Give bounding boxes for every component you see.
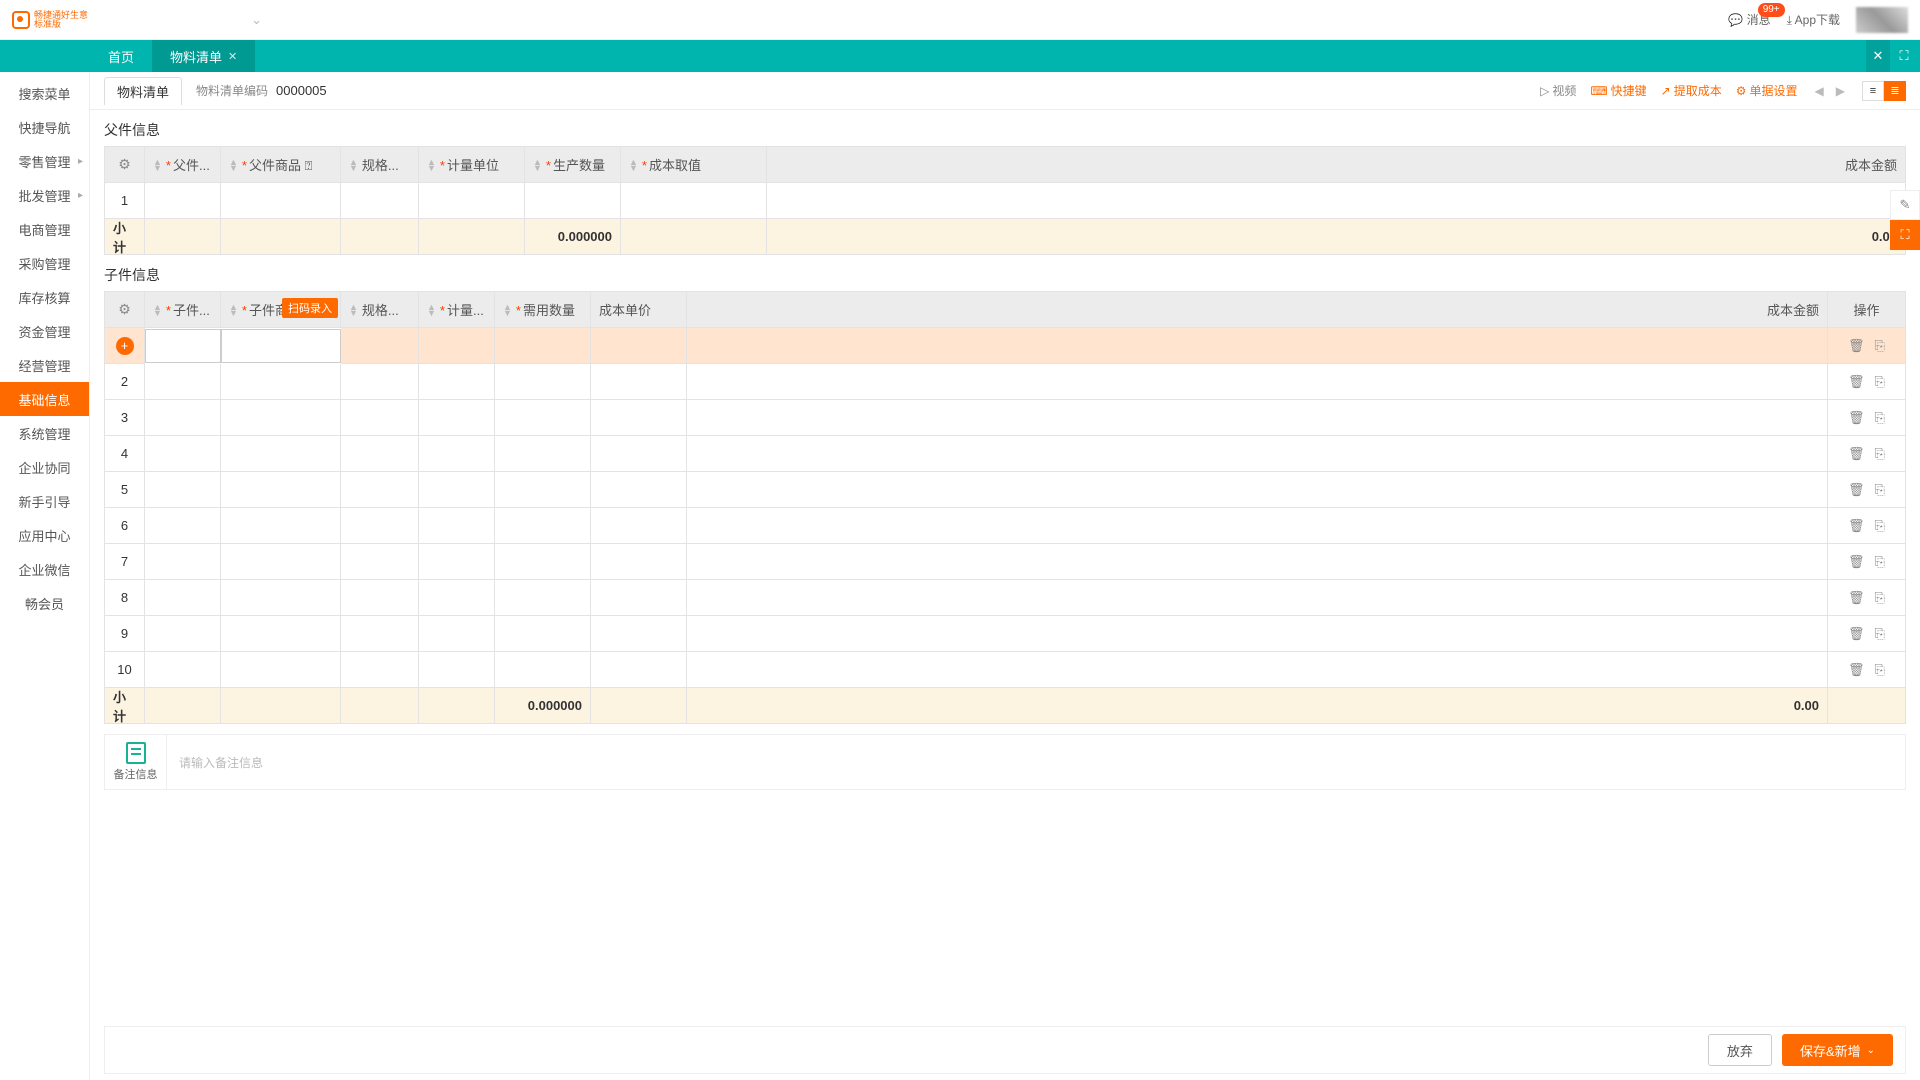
extract-cost-link[interactable]: ↗ 提取成本 bbox=[1661, 82, 1722, 99]
child-row-active[interactable]: + 🗑 ⎘ bbox=[105, 328, 1906, 364]
sidebar-item[interactable]: 电商管理 bbox=[0, 212, 89, 246]
float-expand-icon[interactable]: ⛶ bbox=[1890, 220, 1920, 250]
child-row[interactable]: 8🗑⎘ bbox=[105, 580, 1906, 616]
messages-badge: 99+ bbox=[1758, 3, 1785, 17]
record-nav: ◀ ▶ bbox=[1812, 84, 1848, 98]
content: 物料清单 物料清单编码 0000005 ▷ 视频 ⌨ 快捷键 ↗ 提取成本 ⚙ … bbox=[90, 72, 1920, 1080]
copy-row-icon[interactable]: ⎘ bbox=[1875, 518, 1885, 534]
fullscreen-icon[interactable]: ⛶ bbox=[1894, 40, 1914, 72]
parent-row[interactable]: 1 bbox=[105, 183, 1906, 219]
avatar[interactable] bbox=[1856, 7, 1908, 33]
child-row[interactable]: 6🗑⎘ bbox=[105, 508, 1906, 544]
sidebar-item[interactable]: 基础信息 bbox=[0, 382, 89, 416]
float-tools: ✎ ⛶ bbox=[1890, 190, 1920, 250]
gear-icon[interactable]: ⚙ bbox=[118, 301, 131, 318]
tab-bom[interactable]: 物料清单✕ bbox=[152, 40, 255, 72]
sidebar-item[interactable]: 零售管理 bbox=[0, 144, 89, 178]
delete-row-icon[interactable]: 🗑 bbox=[1848, 626, 1865, 642]
next-record-icon[interactable]: ▶ bbox=[1833, 84, 1848, 98]
parent-subtotal: 小计 0.000000 0.00 bbox=[105, 219, 1906, 255]
footer: 放弃 保存&新增⌄ bbox=[104, 1026, 1906, 1074]
delete-row-icon[interactable]: 🗑 bbox=[1848, 554, 1865, 570]
sidebar-item[interactable]: 搜索菜单 bbox=[0, 76, 89, 110]
copy-row-icon[interactable]: ⎘ bbox=[1875, 554, 1885, 570]
remark-icon bbox=[126, 742, 146, 764]
child-grid: ⚙ ▲▼子件... ▲▼子件商扫码录入 ▲▼规格... ▲▼计量... ▲▼需用… bbox=[104, 291, 1906, 724]
sidebar-item[interactable]: 经营管理 bbox=[0, 348, 89, 382]
sidebar: 搜索菜单快捷导航零售管理批发管理电商管理采购管理库存核算资金管理经营管理基础信息… bbox=[0, 72, 90, 1080]
child-row[interactable]: 5🗑⎘ bbox=[105, 472, 1906, 508]
child-row[interactable]: 4🗑⎘ bbox=[105, 436, 1906, 472]
sidebar-item[interactable]: 采购管理 bbox=[0, 246, 89, 280]
app-download-button[interactable]: ⤓ App下载 bbox=[1787, 11, 1840, 28]
subheader-tab[interactable]: 物料清单 bbox=[104, 77, 182, 105]
copy-row-icon[interactable]: ⎘ bbox=[1875, 590, 1885, 606]
sidebar-item[interactable]: 系统管理 bbox=[0, 416, 89, 450]
messages-button[interactable]: 💬 消息 99+ bbox=[1728, 11, 1770, 28]
parent-section-title: 父件信息 bbox=[90, 110, 1920, 146]
float-edit-icon[interactable]: ✎ bbox=[1890, 190, 1920, 220]
remark-input[interactable]: 请输入备注信息 bbox=[167, 754, 1905, 771]
sidebar-item[interactable]: 畅会员 bbox=[0, 586, 89, 620]
doc-code: 0000005 bbox=[276, 83, 327, 98]
topbar: 畅捷通好生意 标准版 ⌄ 💬 消息 99+ ⤓ App下载 bbox=[0, 0, 1920, 40]
view-form-icon[interactable]: ≣ bbox=[1884, 81, 1906, 101]
child-code-input[interactable] bbox=[145, 329, 221, 363]
discard-button[interactable]: 放弃 bbox=[1708, 1034, 1772, 1066]
child-row[interactable]: 9🗑⎘ bbox=[105, 616, 1906, 652]
tab-home[interactable]: 首页 bbox=[90, 40, 152, 72]
child-section-title: 子件信息 bbox=[90, 255, 1920, 291]
child-row[interactable]: 3🗑⎘ bbox=[105, 400, 1906, 436]
delete-row-icon[interactable]: 🗑 bbox=[1848, 446, 1865, 462]
add-row-icon[interactable]: + bbox=[116, 337, 134, 355]
doc-code-label: 物料清单编码 bbox=[196, 82, 268, 99]
copy-row-icon[interactable]: ⎘ bbox=[1875, 410, 1885, 426]
doc-setting-link[interactable]: ⚙ 单据设置 bbox=[1736, 82, 1798, 99]
view-list-icon[interactable]: ≡ bbox=[1862, 81, 1884, 101]
child-product-input[interactable] bbox=[221, 329, 341, 363]
copy-row-icon[interactable]: ⎘ bbox=[1875, 662, 1885, 678]
delete-row-icon[interactable]: 🗑 bbox=[1848, 662, 1865, 678]
child-row[interactable]: 10🗑⎘ bbox=[105, 652, 1906, 688]
remark-bar: 备注信息 请输入备注信息 bbox=[104, 734, 1906, 790]
parent-grid: ⚙ ▲▼父件... ▲▼父件商品 ⍰ ▲▼规格... ▲▼计量单位 ▲▼生产数量… bbox=[104, 146, 1906, 255]
video-link[interactable]: ▷ 视频 bbox=[1540, 82, 1576, 99]
close-all-tabs[interactable]: ✕ bbox=[1866, 40, 1890, 72]
delete-row-icon[interactable]: 🗑 bbox=[1848, 338, 1865, 354]
sidebar-item[interactable]: 新手引导 bbox=[0, 484, 89, 518]
delete-row-icon[interactable]: 🗑 bbox=[1848, 518, 1865, 534]
gear-icon[interactable]: ⚙ bbox=[118, 156, 131, 173]
child-row[interactable]: 7🗑⎘ bbox=[105, 544, 1906, 580]
logo-line2: 标准版 bbox=[34, 20, 88, 29]
delete-row-icon[interactable]: 🗑 bbox=[1848, 410, 1865, 426]
org-selector[interactable]: ⌄ bbox=[112, 7, 272, 33]
delete-row-icon[interactable]: 🗑 bbox=[1848, 374, 1865, 390]
copy-row-icon[interactable]: ⎘ bbox=[1875, 338, 1885, 354]
copy-row-icon[interactable]: ⎘ bbox=[1875, 374, 1885, 390]
sidebar-item[interactable]: 资金管理 bbox=[0, 314, 89, 348]
sidebar-item[interactable]: 企业协同 bbox=[0, 450, 89, 484]
sidebar-item[interactable]: 批发管理 bbox=[0, 178, 89, 212]
child-subtotal: 小计0.0000000.00 bbox=[105, 688, 1906, 724]
tabstrip: 首页 物料清单✕ ✕ ⛶ bbox=[0, 40, 1920, 72]
copy-row-icon[interactable]: ⎘ bbox=[1875, 626, 1885, 642]
close-icon[interactable]: ✕ bbox=[228, 50, 237, 63]
delete-row-icon[interactable]: 🗑 bbox=[1848, 482, 1865, 498]
sidebar-item[interactable]: 快捷导航 bbox=[0, 110, 89, 144]
sidebar-item[interactable]: 应用中心 bbox=[0, 518, 89, 552]
copy-row-icon[interactable]: ⎘ bbox=[1875, 482, 1885, 498]
subheader: 物料清单 物料清单编码 0000005 ▷ 视频 ⌨ 快捷键 ↗ 提取成本 ⚙ … bbox=[90, 72, 1920, 110]
logo: 畅捷通好生意 标准版 bbox=[12, 11, 92, 29]
view-toggle: ≡ ≣ bbox=[1862, 81, 1906, 101]
scan-input-badge[interactable]: 扫码录入 bbox=[282, 298, 338, 318]
save-add-button[interactable]: 保存&新增⌄ bbox=[1782, 1034, 1893, 1066]
delete-row-icon[interactable]: 🗑 bbox=[1848, 590, 1865, 606]
sidebar-item[interactable]: 库存核算 bbox=[0, 280, 89, 314]
child-row[interactable]: 2🗑⎘ bbox=[105, 364, 1906, 400]
prev-record-icon[interactable]: ◀ bbox=[1812, 84, 1827, 98]
sidebar-item[interactable]: 企业微信 bbox=[0, 552, 89, 586]
shortcut-link[interactable]: ⌨ 快捷键 bbox=[1590, 82, 1646, 99]
copy-row-icon[interactable]: ⎘ bbox=[1875, 446, 1885, 462]
logo-icon bbox=[12, 11, 30, 29]
